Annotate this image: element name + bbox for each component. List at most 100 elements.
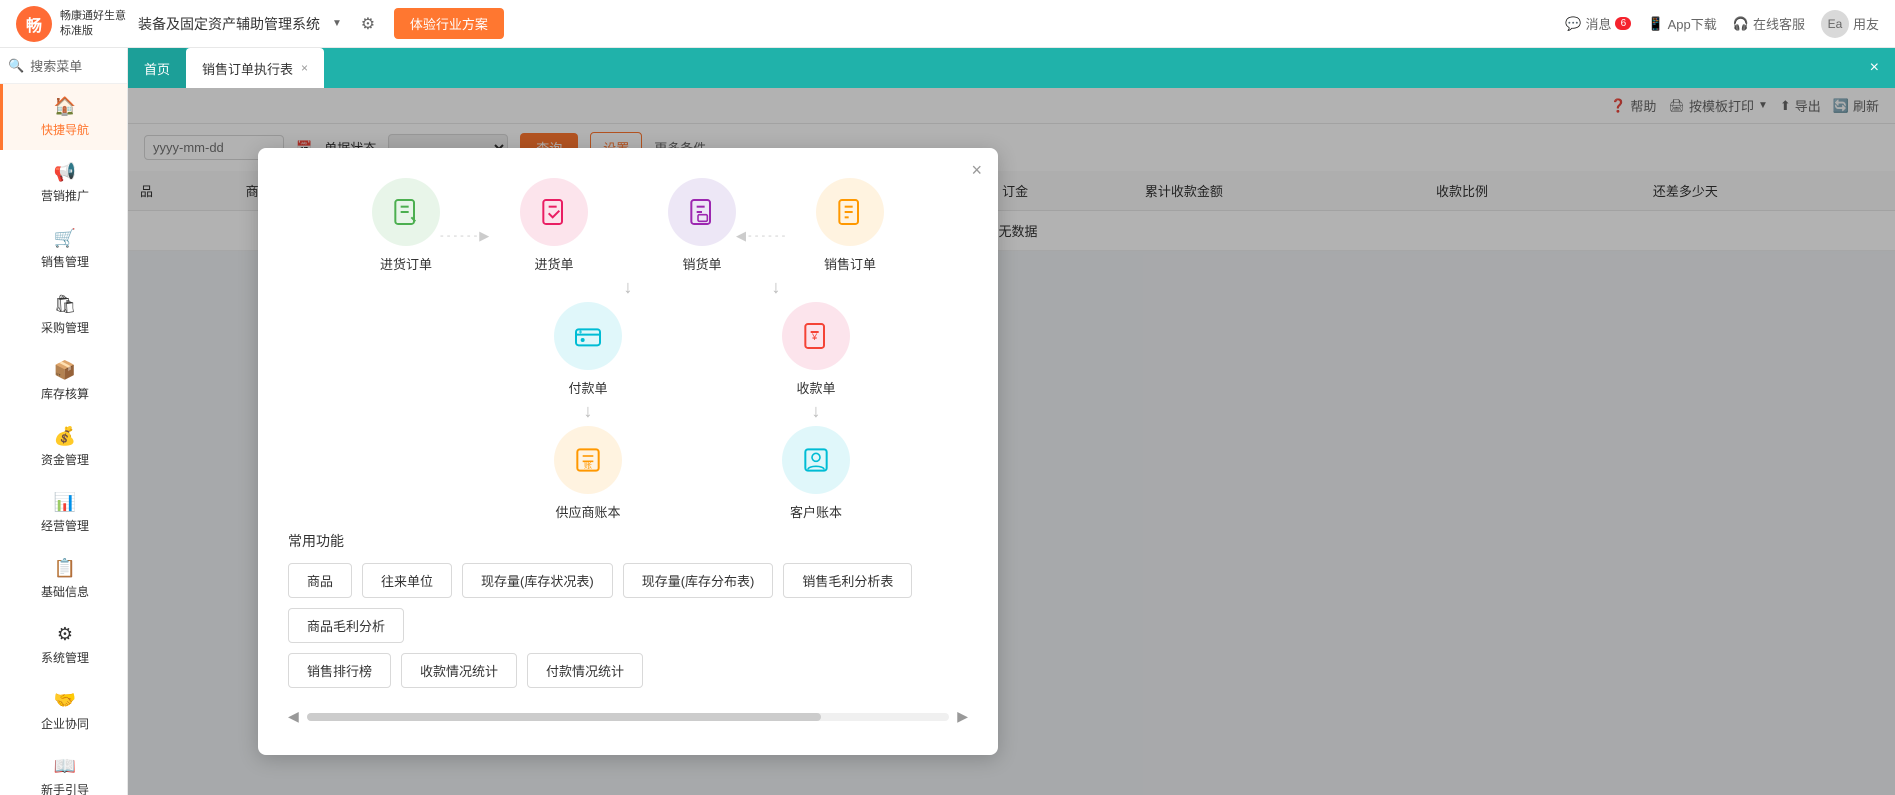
- tab-sales-order-label: 销售订单执行表: [202, 59, 293, 78]
- sidebar-item-finance[interactable]: 💰 资金管理: [0, 414, 127, 480]
- payment-bill-label: 付款单: [568, 378, 607, 397]
- sidebar-label-sales: 销售管理: [41, 253, 89, 270]
- sidebar-item-inventory[interactable]: 📦 库存核算: [0, 348, 127, 414]
- window-close-icon[interactable]: ×: [1854, 59, 1895, 77]
- func-btn-receipt-stats[interactable]: 收款情况统计: [401, 653, 517, 688]
- sales-bill-label: 销货单: [682, 254, 721, 273]
- sidebar-label-basic-info: 基础信息: [41, 583, 89, 600]
- receipt-bill-icon: ¥: [782, 302, 850, 370]
- settings-icon[interactable]: ⚙: [354, 10, 382, 38]
- svg-text:¥: ¥: [811, 332, 818, 342]
- purchase-order-icon: [372, 178, 440, 246]
- receipt-bill-label: 收款单: [796, 378, 835, 397]
- flow-purchase-order[interactable]: 进货订单: [372, 178, 440, 273]
- service-label: 在线客服: [1753, 14, 1805, 33]
- logo-text: 畅康通好生意 标准版: [60, 9, 126, 38]
- sales-icon: 🛒: [54, 228, 76, 249]
- modal-close-button[interactable]: ×: [971, 160, 982, 181]
- func-btn-payment-stats[interactable]: 付款情况统计: [527, 653, 643, 688]
- message-label: 消息: [1585, 14, 1611, 33]
- flow-sales-order[interactable]: 销售订单: [816, 178, 884, 273]
- username: 用友: [1853, 14, 1879, 33]
- industry-plan-button[interactable]: 体验行业方案: [394, 8, 504, 39]
- purchase-icon: 🛍: [54, 294, 77, 315]
- customer-ledger-icon: [782, 426, 850, 494]
- sidebar-item-enterprise[interactable]: 🤝 企业协同: [0, 678, 127, 744]
- tab-home-label: 首页: [144, 59, 170, 78]
- sidebar-label-beginner: 新手引导: [41, 781, 89, 795]
- flow-receipt-bill[interactable]: ¥ 收款单: [782, 302, 850, 397]
- message-button[interactable]: 💬 消息 6: [1565, 14, 1631, 33]
- customer-ledger-label: 客户账本: [790, 502, 842, 521]
- flow-payment-bill[interactable]: ¥ 付款单: [554, 302, 622, 397]
- sidebar-item-purchase[interactable]: 🛍 采购管理: [0, 282, 127, 348]
- sales-order-icon: [816, 178, 884, 246]
- sidebar-item-quick-nav[interactable]: 🏠 快捷导航: [0, 84, 127, 150]
- function-buttons-row2: 销售排行榜 收款情况统计 付款情况统计: [288, 653, 968, 688]
- sidebar-item-basic-info[interactable]: 📋 基础信息: [0, 546, 127, 612]
- scroll-right-arrow[interactable]: ▶: [957, 708, 968, 725]
- home-icon: 🏠: [54, 96, 76, 117]
- avatar: Ea: [1821, 10, 1849, 38]
- finance-icon: 💰: [54, 426, 76, 447]
- func-btn-sales-rank[interactable]: 销售排行榜: [288, 653, 391, 688]
- search-menu[interactable]: 🔍 搜索菜单: [0, 48, 127, 84]
- search-icon: 🔍: [8, 58, 24, 74]
- sales-bill-icon: [668, 178, 736, 246]
- flow-supplier-ledger[interactable]: 账 供应商账本: [554, 426, 622, 521]
- sidebar-label-operations: 经营管理: [41, 517, 89, 534]
- download-icon: 📱: [1647, 16, 1663, 32]
- system-title: 装备及固定资产辅助管理系统: [138, 14, 320, 34]
- func-btn-product[interactable]: 商品: [288, 563, 352, 598]
- modal-scrollbar: ◀ ▶: [288, 708, 968, 725]
- message-badge: 6: [1615, 17, 1631, 30]
- sidebar-label-marketing: 营销推广: [41, 187, 89, 204]
- func-btn-stock-status[interactable]: 现存量(库存状况表): [462, 563, 613, 598]
- scroll-track[interactable]: [307, 713, 949, 721]
- func-btn-product-margin[interactable]: 商品毛利分析: [288, 608, 404, 643]
- svg-text:账: 账: [584, 461, 592, 470]
- common-functions-title: 常用功能: [288, 531, 968, 551]
- dropdown-arrow[interactable]: ▼: [332, 18, 342, 29]
- sidebar-item-operations[interactable]: 📊 经营管理: [0, 480, 127, 546]
- sidebar-item-sales[interactable]: 🛒 销售管理: [0, 216, 127, 282]
- supplier-ledger-icon: 账: [554, 426, 622, 494]
- basic-info-icon: 📋: [54, 558, 76, 579]
- enterprise-icon: 🤝: [54, 690, 76, 711]
- func-btn-sales-margin[interactable]: 销售毛利分析表: [783, 563, 912, 598]
- system-icon: ⚙: [57, 624, 73, 645]
- tab-close-icon[interactable]: ×: [301, 61, 308, 75]
- tab-home[interactable]: 首页: [128, 48, 186, 88]
- payment-bill-icon: ¥: [554, 302, 622, 370]
- search-menu-label: 搜索菜单: [30, 56, 82, 75]
- logo: 畅 畅康通好生意 标准版: [16, 6, 126, 42]
- online-service-button[interactable]: 🎧 在线客服: [1733, 14, 1805, 33]
- modal-overlay: ×: [128, 88, 1895, 795]
- scroll-left-arrow[interactable]: ◀: [288, 708, 299, 725]
- app-download-button[interactable]: 📱 App下载: [1647, 14, 1716, 33]
- flow-sales-bill[interactable]: 销货单: [668, 178, 736, 273]
- func-btn-stock-dist[interactable]: 现存量(库存分布表): [623, 563, 774, 598]
- sidebar-label-system: 系统管理: [41, 649, 89, 666]
- sales-order-label: 销售订单: [824, 254, 876, 273]
- message-icon: 💬: [1565, 16, 1581, 32]
- sidebar-label-finance: 资金管理: [41, 451, 89, 468]
- sidebar-item-beginner[interactable]: 📖 新手引导: [0, 744, 127, 795]
- flow-customer-ledger[interactable]: 客户账本: [782, 426, 850, 521]
- scroll-thumb: [307, 713, 821, 721]
- sidebar-item-system[interactable]: ⚙ 系统管理: [0, 612, 127, 678]
- flow-modal: ×: [258, 148, 998, 755]
- flow-purchase-bill[interactable]: 进货单: [520, 178, 588, 273]
- func-btn-counterpart[interactable]: 往来单位: [362, 563, 452, 598]
- common-functions-section: 常用功能 商品 往来单位 现存量(库存状况表) 现存量(库存分布表) 销售毛利分…: [288, 531, 968, 688]
- tab-sales-order[interactable]: 销售订单执行表 ×: [186, 48, 324, 88]
- beginner-icon: 📖: [54, 756, 76, 777]
- purchase-bill-icon: [520, 178, 588, 246]
- marketing-icon: 📢: [54, 162, 76, 183]
- sidebar-label-purchase: 采购管理: [41, 319, 89, 336]
- operations-icon: 📊: [54, 492, 76, 513]
- service-icon: 🎧: [1733, 16, 1749, 32]
- purchase-bill-label: 进货单: [534, 254, 573, 273]
- sidebar-item-marketing[interactable]: 📢 营销推广: [0, 150, 127, 216]
- user-menu[interactable]: Ea 用友: [1821, 10, 1879, 38]
